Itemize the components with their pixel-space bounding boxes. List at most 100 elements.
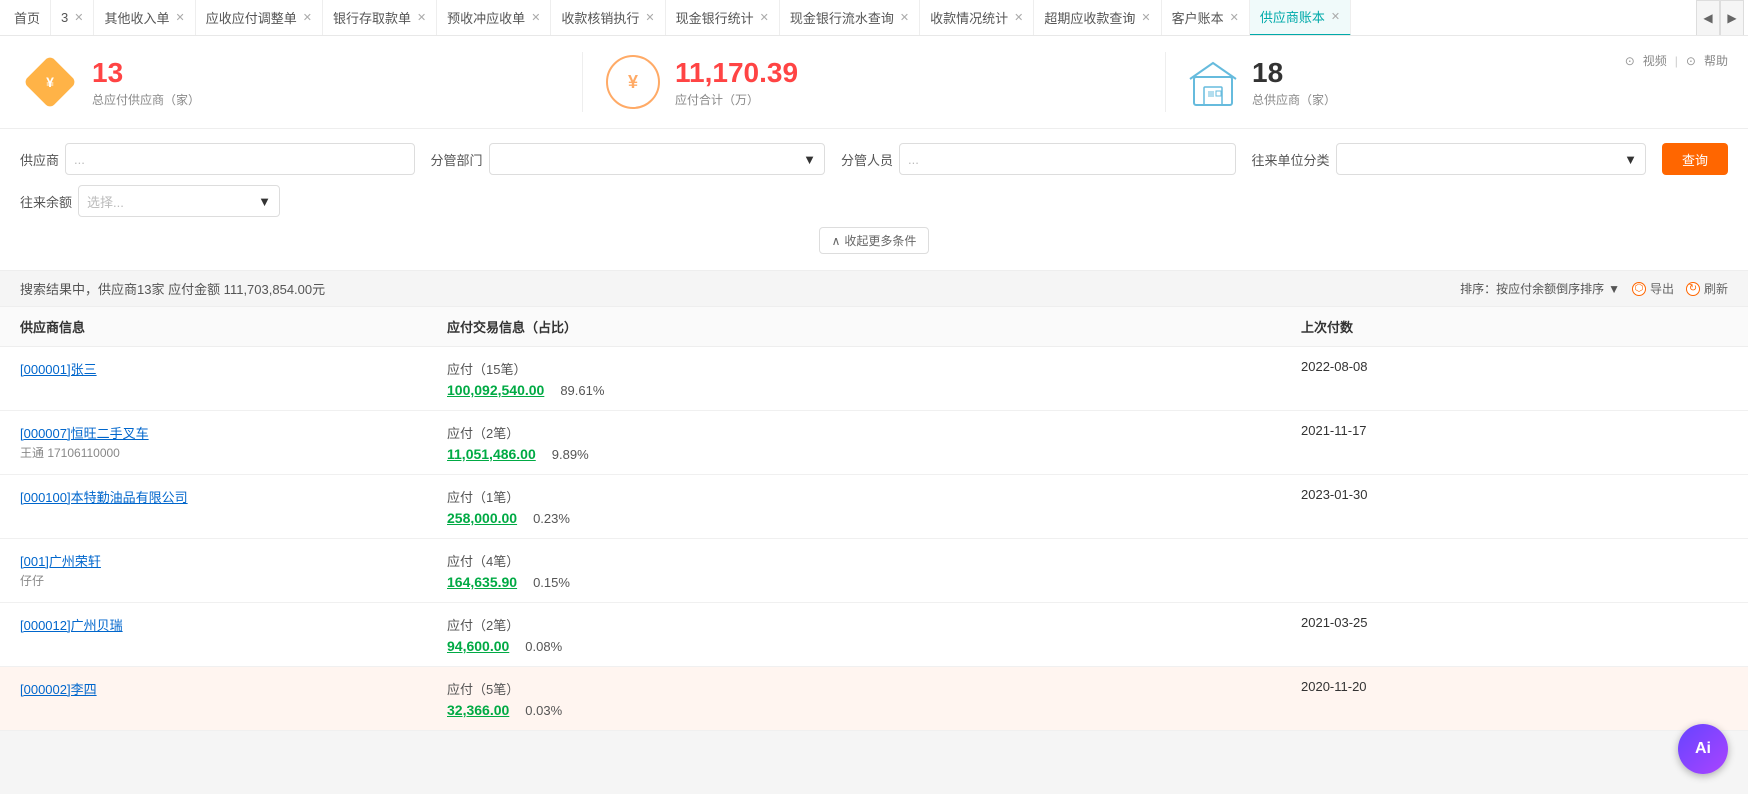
- nav-tab-home[interactable]: 首页: [4, 0, 51, 36]
- supplier-link-000012[interactable]: [000012]广州贝瑞: [20, 615, 447, 634]
- payable-amount-000002[interactable]: 32,366.00: [447, 702, 509, 718]
- last-payment-000002: 2020-11-20: [1301, 679, 1367, 694]
- collapse-button[interactable]: ∧ 收起更多条件: [819, 227, 930, 254]
- nav-tab-advance-offset[interactable]: 预收冲应收单 ✕: [437, 0, 551, 36]
- category-filter-select[interactable]: ▼: [1336, 143, 1646, 175]
- supplier-link-000001[interactable]: [000001]张三: [20, 359, 447, 378]
- payable-label-000007: 应付（2笔）: [447, 423, 1301, 442]
- close-tab-advance-offset[interactable]: ✕: [531, 11, 540, 24]
- nav-tab-customer-ledger[interactable]: 客户账本 ✕: [1162, 0, 1250, 36]
- supplier-info-cell: [000100]本特勤油品有限公司: [20, 487, 447, 506]
- nav-arrow-left[interactable]: ◀: [1696, 0, 1720, 36]
- nav-tab-collection-stats[interactable]: 收款情况统计 ✕: [920, 0, 1034, 36]
- result-actions: 排序：按应付余额倒序排序 ▼ ⬡ 导出 ↻ 刷新: [1460, 280, 1728, 297]
- result-summary-bar: 搜索结果中，供应商13家 应付金额 111,703,854.00元 排序：按应付…: [0, 271, 1748, 307]
- supplier-filter-input[interactable]: ...: [65, 143, 414, 175]
- close-tab-cash-bank-flow[interactable]: ✕: [900, 11, 909, 24]
- nav-tab-cash-bank-flow[interactable]: 现金银行流水查询 ✕: [780, 0, 920, 36]
- filter-item-balance: 往来余额 选择... ▼: [20, 185, 280, 217]
- supplier-contact-000007: 王通 17106110000: [20, 444, 447, 461]
- payable-info-cell: 应付（15笔） 100,092,540.00 89.61%: [447, 359, 1301, 398]
- close-tab-collection-stats[interactable]: ✕: [1014, 11, 1023, 24]
- table-row: [000002]李四 应付（5笔） 32,366.00 0.03% 2020-1…: [0, 667, 1748, 731]
- nav-tab-bank-deposit[interactable]: 银行存取款单 ✕: [323, 0, 437, 36]
- supplier-link-000007[interactable]: [000007]恒旺二手叉车: [20, 423, 447, 442]
- refresh-icon: ↻: [1686, 282, 1700, 296]
- query-button[interactable]: 查询: [1662, 143, 1728, 175]
- stat-text-total-suppliers: 18 总供应商（家）: [1252, 56, 1336, 109]
- table-row: [000012]广州贝瑞 应付（2笔） 94,600.00 0.08% 2021…: [0, 603, 1748, 667]
- close-tab-bank-deposit[interactable]: ✕: [417, 11, 426, 24]
- export-icon: ⬡: [1632, 282, 1646, 296]
- nav-tab-3[interactable]: 3 ✕: [51, 0, 94, 36]
- supplier-link-001[interactable]: [001]广州荣轩: [20, 551, 447, 570]
- header-payable-info: 应付交易信息（占比）: [447, 317, 1301, 336]
- nav-tab-other-income[interactable]: 其他收入单 ✕: [94, 0, 195, 36]
- sort-selector[interactable]: 排序：按应付余额倒序排序 ▼: [1460, 280, 1620, 297]
- nav-tab-overdue-ar[interactable]: 超期应收款查询 ✕: [1034, 0, 1161, 36]
- payable-amount-000100[interactable]: 258,000.00: [447, 510, 517, 526]
- filter-item-dept: 分管部门 ▼: [431, 143, 826, 175]
- help-link[interactable]: 帮助: [1704, 52, 1728, 69]
- supplier-info-cell: [000001]张三: [20, 359, 447, 378]
- person-filter-input[interactable]: ...: [899, 143, 1235, 175]
- supplier-info-cell: [000007]恒旺二手叉车 王通 17106110000: [20, 423, 447, 461]
- stat-item-ap-suppliers: ¥ 13 总应付供应商（家）: [20, 52, 562, 112]
- stat-number-ap-total: 11,170.39: [675, 56, 798, 90]
- supplier-link-000002[interactable]: [000002]李四: [20, 679, 447, 698]
- close-tab-supplier-ledger[interactable]: ✕: [1331, 10, 1340, 23]
- close-tab-other-income[interactable]: ✕: [175, 11, 184, 24]
- ai-button[interactable]: Ai: [1678, 724, 1728, 774]
- stat-label-total-suppliers: 总供应商（家）: [1252, 91, 1336, 108]
- close-tab-overdue-ar[interactable]: ✕: [1141, 11, 1150, 24]
- close-tab-cash-bank-stats[interactable]: ✕: [760, 11, 769, 24]
- nav-tab-supplier-ledger[interactable]: 供应商账本 ✕: [1250, 0, 1351, 36]
- video-link[interactable]: 视频: [1643, 52, 1667, 69]
- stat-label-ap-total: 应付合计（万）: [675, 91, 798, 108]
- supplier-filter-label: 供应商: [20, 150, 59, 169]
- payable-amount-000001[interactable]: 100,092,540.00: [447, 382, 544, 398]
- refresh-button[interactable]: ↻ 刷新: [1686, 280, 1728, 297]
- close-tab-collection-verify[interactable]: ✕: [645, 11, 654, 24]
- filter-area: 供应商 ... 分管部门 ▼ 分管人员 ... 往来单位分类 ▼ 查询: [0, 129, 1748, 271]
- stat-item-ap-total: ¥ 11,170.39 应付合计（万）: [603, 52, 1145, 112]
- last-payment-cell: 2021-03-25: [1301, 615, 1728, 630]
- nav-tab-collection-verify[interactable]: 收款核销执行 ✕: [551, 0, 665, 36]
- payable-info-cell: 应付（5笔） 32,366.00 0.03%: [447, 679, 1301, 718]
- payable-info-cell: 应付（2笔） 11,051,486.00 9.89%: [447, 423, 1301, 462]
- stat-icon-store: [1186, 55, 1240, 109]
- dept-filter-select[interactable]: ▼: [489, 143, 825, 175]
- balance-filter-label: 往来余额: [20, 192, 72, 211]
- payable-label-001: 应付（4笔）: [447, 551, 1301, 570]
- balance-filter-select[interactable]: 选择... ▼: [78, 185, 280, 217]
- balance-dropdown-icon: ▼: [258, 194, 271, 209]
- nav-tab-ar-ap-adjust[interactable]: 应收应付调整单 ✕: [196, 0, 323, 36]
- header-last-payment: 上次付数: [1301, 317, 1728, 336]
- nav-arrow-right[interactable]: ▶: [1720, 0, 1744, 36]
- payable-label-000100: 应付（1笔）: [447, 487, 1301, 506]
- supplier-link-000100[interactable]: [000100]本特勤油品有限公司: [20, 487, 447, 506]
- payable-amount-001[interactable]: 164,635.90: [447, 574, 517, 590]
- supplier-info-cell: [001]广州荣轩 仔仔: [20, 551, 447, 589]
- stat-icon-circle: ¥: [603, 52, 663, 112]
- close-tab-customer-ledger[interactable]: ✕: [1230, 11, 1239, 24]
- top-right-links: ⊙ 视频 | ⊙ 帮助: [1625, 52, 1728, 69]
- sort-label: 排序：按应付余额倒序排序: [1460, 280, 1604, 297]
- filter-item-person: 分管人员 ...: [841, 143, 1236, 175]
- table-row: [001]广州荣轩 仔仔 应付（4笔） 164,635.90 0.15%: [0, 539, 1748, 603]
- table-row: [000100]本特勤油品有限公司 应付（1笔） 258,000.00 0.23…: [0, 475, 1748, 539]
- close-tab-ar-ap-adjust[interactable]: ✕: [303, 11, 312, 24]
- payable-amount-000012[interactable]: 94,600.00: [447, 638, 509, 654]
- supplier-info-cell: [000002]李四: [20, 679, 447, 698]
- export-button[interactable]: ⬡ 导出: [1632, 280, 1674, 297]
- supplier-info-cell: [000012]广州贝瑞: [20, 615, 447, 634]
- payable-label-000002: 应付（5笔）: [447, 679, 1301, 698]
- payable-info-cell: 应付（2笔） 94,600.00 0.08%: [447, 615, 1301, 654]
- close-tab-3[interactable]: ✕: [74, 11, 83, 24]
- payable-amount-000007[interactable]: 11,051,486.00: [447, 446, 536, 462]
- stat-divider-1: [582, 52, 583, 112]
- payable-percent-001: 0.15%: [533, 575, 570, 590]
- stat-number-ap-suppliers: 13: [92, 56, 200, 90]
- nav-tab-cash-bank-stats[interactable]: 现金银行统计 ✕: [666, 0, 780, 36]
- category-dropdown-icon: ▼: [1624, 152, 1637, 167]
